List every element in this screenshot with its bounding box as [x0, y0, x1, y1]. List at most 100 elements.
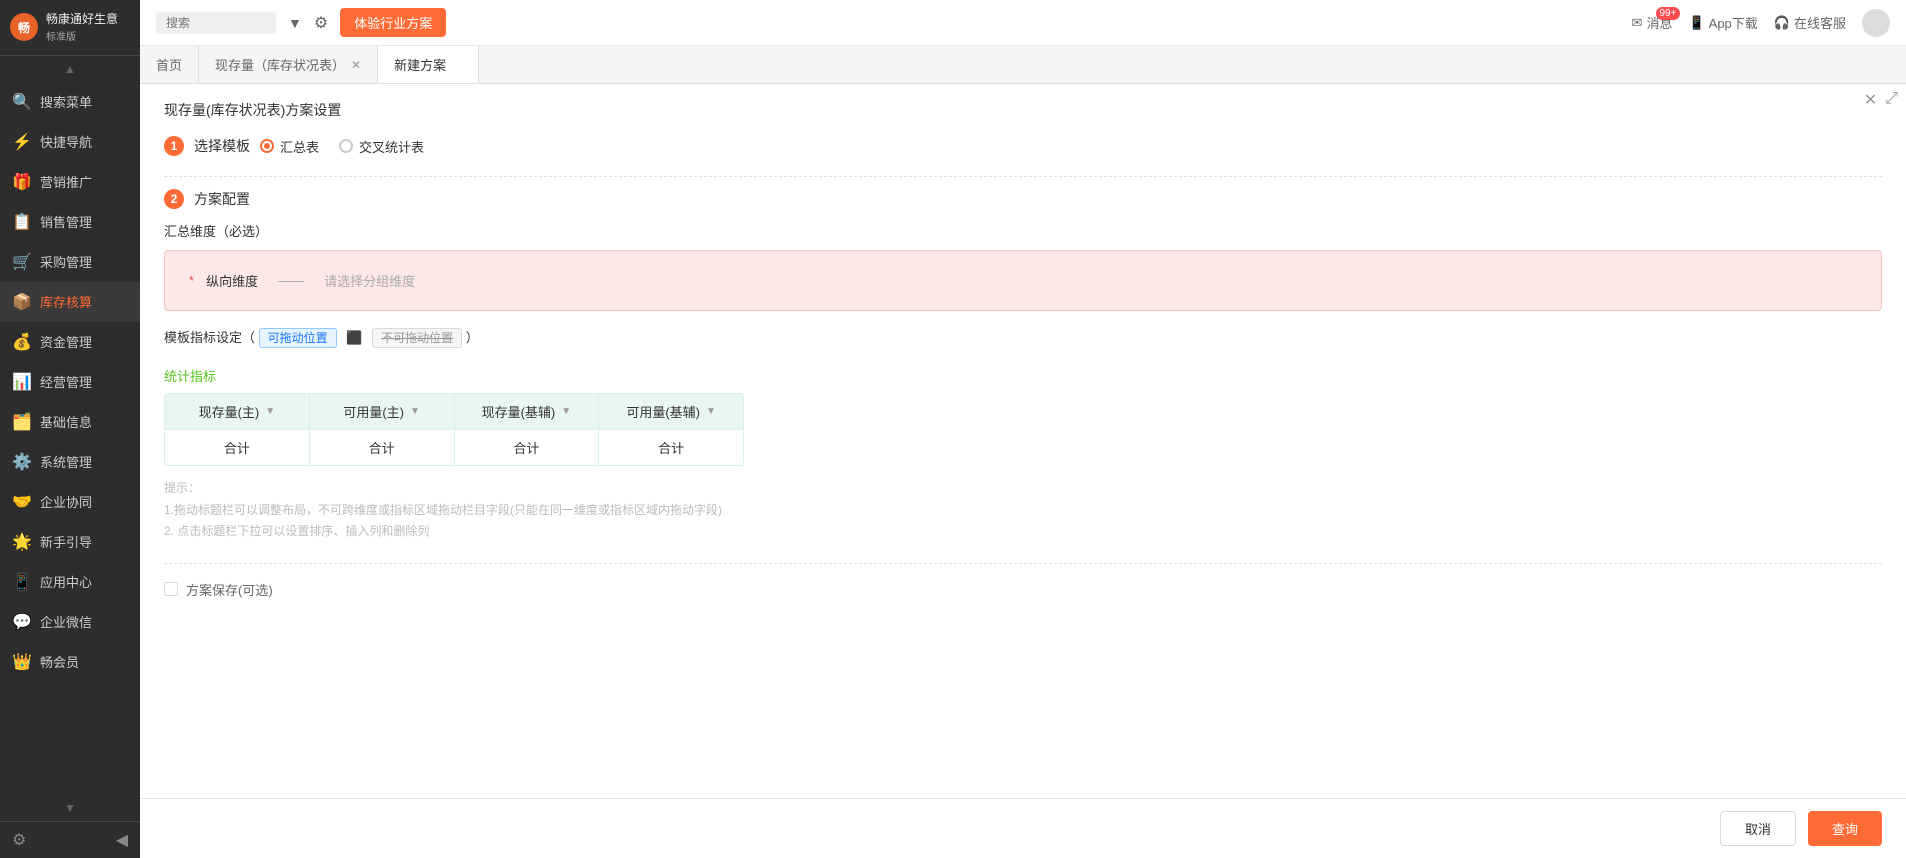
radio-summary[interactable]: 汇总表	[260, 137, 319, 156]
app-download-button[interactable]: 📱 App下载	[1688, 13, 1757, 32]
step1-title: 选择模板	[194, 136, 250, 156]
sidebar-item-operations[interactable]: 📊 经营管理	[0, 362, 140, 402]
expand-window-icon[interactable]: ⤢	[1885, 90, 1898, 110]
divider2	[164, 563, 1882, 564]
dimension-field-label: 纵向维度	[206, 271, 258, 290]
brand-text: 畅康通好生意 标准版	[46, 12, 118, 43]
tab-inventory-close[interactable]: ✕	[351, 58, 361, 72]
sidebar-item-finance[interactable]: 💰 资金管理	[0, 322, 140, 362]
step2-number: 2	[164, 189, 184, 209]
settings-icon[interactable]: ⚙	[12, 830, 26, 850]
sidebar-item-marketing[interactable]: 🎁 营销推广	[0, 162, 140, 202]
sidebar-item-purchase[interactable]: 🛒 采购管理	[0, 242, 140, 282]
unmovable-badge: 不可拖动位置	[372, 328, 462, 348]
wechat-icon: 💬	[12, 612, 32, 632]
radio-cross-btn[interactable]	[339, 139, 353, 153]
dimension-placeholder: 请选择分组维度	[324, 271, 415, 290]
trial-button[interactable]: 体验行业方案	[340, 8, 446, 37]
content-inner: 现存量(库存状况表)方案设置 1 选择模板 汇总表 交叉统计表	[140, 84, 1906, 858]
footer-bar: 取消 查询	[140, 798, 1906, 858]
sidebar-brand: 畅 畅康通好生意 标准版	[0, 0, 140, 56]
stats-section-title: 统计指标	[164, 366, 1882, 385]
close-window-icon[interactable]: ✕	[1864, 90, 1877, 110]
step2-title: 方案配置	[194, 189, 250, 209]
cancel-button[interactable]: 取消	[1720, 811, 1796, 846]
sidebar: 畅 畅康通好生意 标准版 ▲ 🔍 搜索菜单 ⚡ 快捷导航 🎁 营销推广 📋 销售…	[0, 0, 140, 858]
footer-spacer	[164, 599, 1882, 659]
radio-cross[interactable]: 交叉统计表	[339, 137, 424, 156]
chevron-down-icon-3: ▼	[706, 406, 716, 417]
sidebar-item-newbie[interactable]: 🌟 新手引导	[0, 522, 140, 562]
tab-home[interactable]: 首页	[140, 46, 199, 83]
stats-table: 现存量(主) ▼ 可用量(主) ▼ 现存量(基辅) ▼ 可用量(基辅)	[164, 393, 744, 466]
main-area: ▼ ⚙ 体验行业方案 ✉ 消息 99+ 📱 App下载 🎧 在线客服 首页	[140, 0, 1906, 858]
sidebar-item-wechat[interactable]: 💬 企业微信	[0, 602, 140, 642]
chevron-down-icon-0: ▼	[265, 406, 275, 417]
tabs-bar: 首页 现存量（库存状况表） ✕ 新建方案 ✕	[140, 46, 1906, 84]
message-icon: ✉	[1632, 15, 1643, 31]
page-title: 现存量(库存状况表)方案设置	[164, 100, 1882, 120]
sidebar-bottom: ⚙ ◀	[0, 821, 140, 858]
col-header-3[interactable]: 可用量(基辅) ▼	[599, 394, 743, 429]
dropdown-icon[interactable]: ▼	[288, 15, 302, 31]
tips-section: 提示： 1.拖动标题栏可以调整布局，不可跨维度或指标区域拖动栏目字段(只能在同一…	[164, 478, 1882, 543]
tab-inventory-status[interactable]: 现存量（库存状况表） ✕	[199, 46, 378, 83]
dimension-section-label: 汇总维度（必选）	[164, 221, 1882, 240]
stats-table-header: 现存量(主) ▼ 可用量(主) ▼ 现存量(基辅) ▼ 可用量(基辅)	[165, 394, 743, 429]
search-input[interactable]	[156, 12, 276, 34]
window-controls: ✕ ⤢	[1864, 90, 1898, 110]
message-button[interactable]: ✉ 消息 99+	[1632, 13, 1673, 32]
dimension-dash: ——	[278, 273, 304, 288]
sidebar-item-basic[interactable]: 🗂️ 基础信息	[0, 402, 140, 442]
sidebar-scroll-down[interactable]: ▼	[0, 795, 140, 821]
movable-badge: 可拖动位置	[259, 328, 337, 348]
basic-icon: 🗂️	[12, 412, 32, 432]
sidebar-item-search[interactable]: 🔍 搜索菜单	[0, 82, 140, 122]
divider1	[164, 176, 1882, 177]
inventory-icon: 📦	[12, 292, 32, 312]
query-button[interactable]: 查询	[1808, 811, 1882, 846]
template-options: 汇总表 交叉统计表	[260, 137, 424, 156]
newbie-icon: 🌟	[12, 532, 32, 552]
service-button[interactable]: 🎧 在线客服	[1774, 13, 1846, 32]
user-avatar[interactable]	[1862, 9, 1890, 37]
required-mark: *	[189, 273, 194, 288]
purchase-icon: 🛒	[12, 252, 32, 272]
save-checkbox[interactable]	[164, 582, 178, 596]
headset-icon: 🎧	[1774, 15, 1790, 31]
topbar-left: ▼ ⚙ 体验行业方案	[156, 8, 446, 37]
gear-icon[interactable]: ⚙	[314, 13, 328, 33]
radio-summary-btn[interactable]	[260, 139, 274, 153]
sound-icon[interactable]: ◀	[116, 830, 128, 850]
stats-cell-1: 合计	[310, 430, 455, 465]
topbar-right: ✉ 消息 99+ 📱 App下载 🎧 在线客服	[1632, 9, 1890, 37]
sidebar-item-sales[interactable]: 📋 销售管理	[0, 202, 140, 242]
stats-cell-2: 合计	[455, 430, 600, 465]
col-header-1[interactable]: 可用量(主) ▼	[310, 394, 455, 429]
col-header-0[interactable]: 现存量(主) ▼	[165, 394, 310, 429]
stats-cell-3: 合计	[599, 430, 743, 465]
sidebar-item-enterprise[interactable]: 🤝 企业协同	[0, 482, 140, 522]
chevron-down-icon-2: ▼	[561, 406, 571, 417]
sidebar-item-inventory[interactable]: 📦 库存核算	[0, 282, 140, 322]
save-label: 方案保存(可选)	[186, 580, 273, 599]
sidebar-item-system[interactable]: ⚙️ 系统管理	[0, 442, 140, 482]
member-icon: 👑	[12, 652, 32, 672]
save-option: 方案保存(可选)	[164, 580, 1882, 599]
marketing-icon: 🎁	[12, 172, 32, 192]
tab-new-close[interactable]: ✕	[452, 58, 462, 72]
stats-cell-0: 合计	[165, 430, 310, 465]
system-icon: ⚙️	[12, 452, 32, 472]
step2-header: 2 方案配置	[164, 189, 1882, 209]
step1-header: 1 选择模板 汇总表 交叉统计表	[164, 136, 1882, 156]
col-header-2[interactable]: 现存量(基辅) ▼	[455, 394, 600, 429]
tab-new-plan[interactable]: 新建方案 ✕	[378, 46, 479, 83]
sidebar-item-member[interactable]: 👑 畅会员	[0, 642, 140, 682]
sidebar-item-apps[interactable]: 📱 应用中心	[0, 562, 140, 602]
sidebar-nav: 🔍 搜索菜单 ⚡ 快捷导航 🎁 营销推广 📋 销售管理 🛒 采购管理 📦 库存核…	[0, 82, 140, 795]
sidebar-item-quicknav[interactable]: ⚡ 快捷导航	[0, 122, 140, 162]
content-area: ✕ ⤢ 现存量(库存状况表)方案设置 1 选择模板 汇总表	[140, 84, 1906, 858]
topbar: ▼ ⚙ 体验行业方案 ✉ 消息 99+ 📱 App下载 🎧 在线客服	[140, 0, 1906, 46]
dimension-area[interactable]: * 纵向维度 —— 请选择分组维度	[164, 250, 1882, 311]
sidebar-scroll-up[interactable]: ▲	[0, 56, 140, 82]
